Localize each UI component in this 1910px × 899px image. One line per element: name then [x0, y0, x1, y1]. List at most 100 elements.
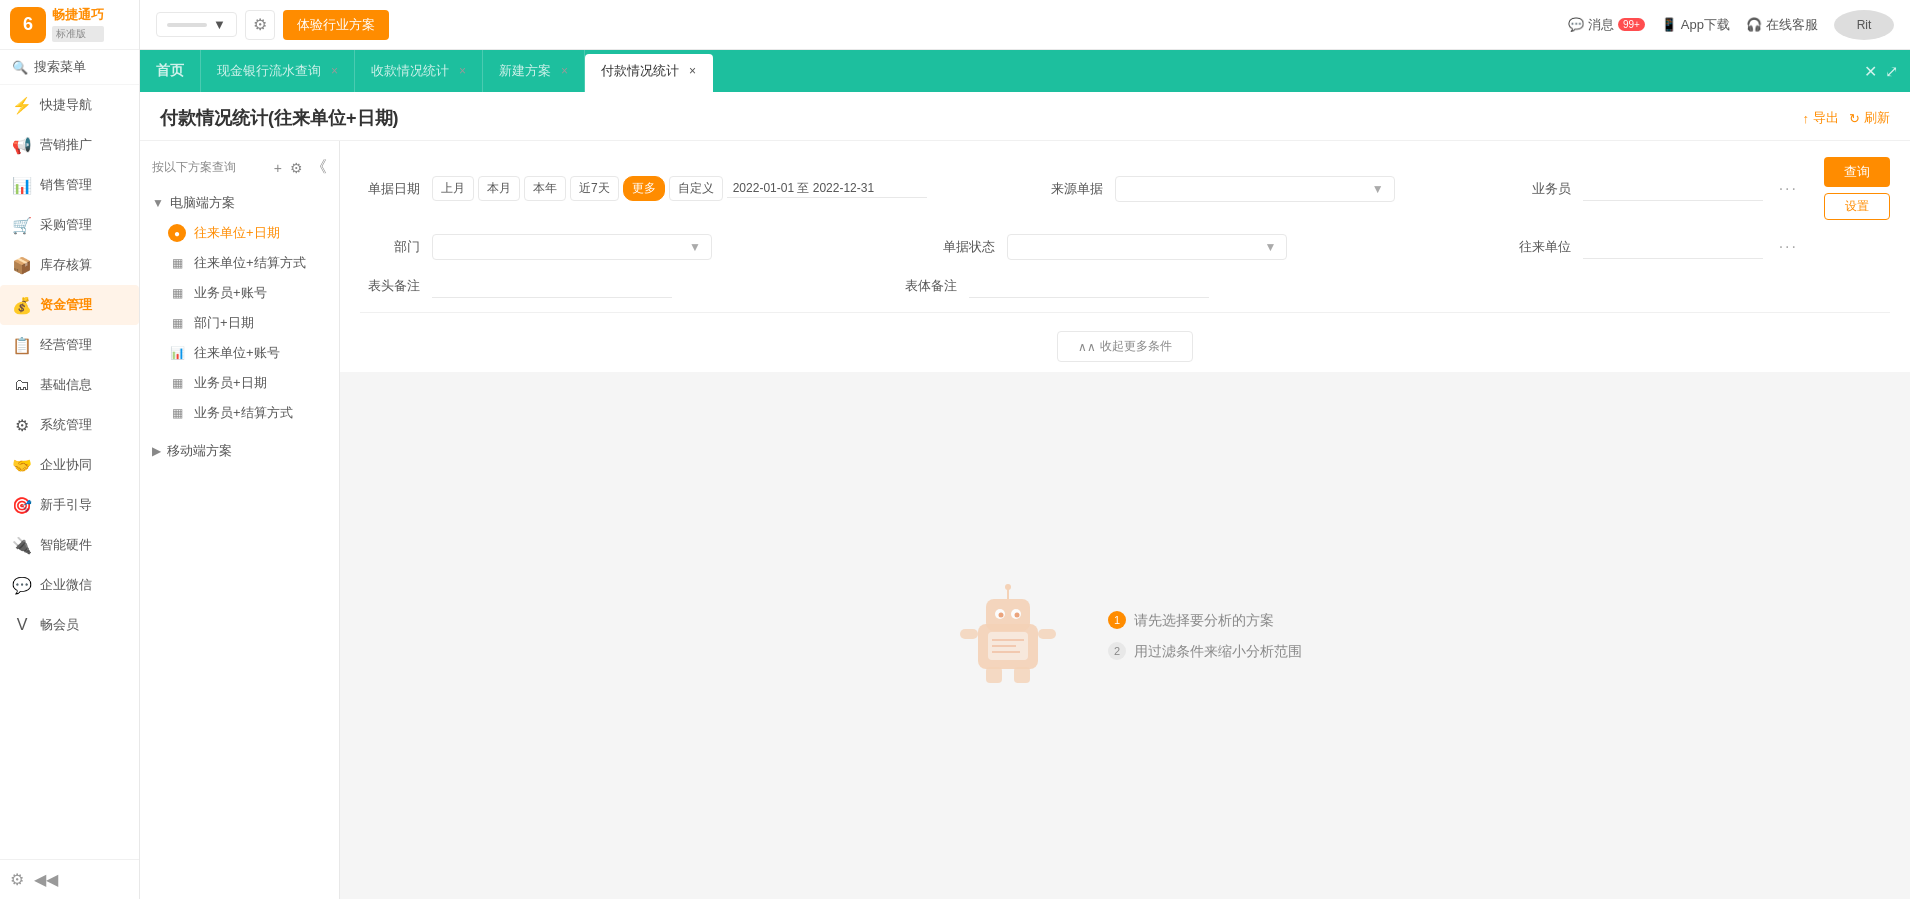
group-expand-icon: ▼: [152, 196, 164, 210]
empty-step-2-text: 用过滤条件来缩小分析范围: [1134, 636, 1302, 667]
scheme-item-1[interactable]: ▦ 往来单位+结算方式: [148, 248, 339, 278]
sidebar-item-operation[interactable]: 📋 经营管理: [0, 325, 139, 365]
sidebar-item-sales[interactable]: 📊 销售管理: [0, 165, 139, 205]
doc-status-select[interactable]: ▼: [1007, 234, 1287, 260]
tab-close-new-scheme[interactable]: ×: [561, 64, 568, 78]
date-label: 单据日期: [360, 180, 420, 198]
tab-close-bank-flow[interactable]: ×: [331, 64, 338, 78]
counterpart-dots[interactable]: ···: [1779, 238, 1798, 256]
date-btn-this-month[interactable]: 本月: [478, 176, 520, 201]
sidebar-item-cooperation[interactable]: 🤝 企业协同: [0, 445, 139, 485]
app-download-btn[interactable]: 📱 App下载: [1661, 16, 1730, 34]
header-note-input[interactable]: [432, 274, 672, 298]
scheme-item-5[interactable]: ▦ 业务员+日期: [148, 368, 339, 398]
date-btn-this-year[interactable]: 本年: [524, 176, 566, 201]
sidebar-collapse-btn[interactable]: ◀◀: [34, 870, 58, 889]
tab-bar-expand-icon[interactable]: ⤢: [1885, 62, 1898, 81]
dept-select[interactable]: ▼: [432, 234, 712, 260]
date-btn-last-month[interactable]: 上月: [432, 176, 474, 201]
scheme-icon-5: ▦: [168, 374, 186, 392]
scheme-item-6[interactable]: ▦ 业务员+结算方式: [148, 398, 339, 428]
desktop-scheme-group: ▼ 电脑端方案 ● 往来单位+日期 ▦ 往来单位+结算方式: [140, 188, 339, 428]
sidebar-item-basic[interactable]: 🗂 基础信息: [0, 365, 139, 405]
right-panel: 单据日期 上月 本月 本年 近7天 更多 自定义 来源单据: [340, 141, 1910, 899]
guide-icon: 🎯: [12, 495, 32, 515]
tab-close-payment[interactable]: ×: [689, 64, 696, 78]
scheme-panel: 按以下方案查询 + ⚙ 《 ▼ 电脑端方案: [140, 141, 340, 899]
service-icon: 🎧: [1746, 17, 1762, 32]
scheme-icon-3: ▦: [168, 314, 186, 332]
tab-payment[interactable]: 付款情况统计 ×: [585, 54, 713, 92]
tab-home[interactable]: 首页: [140, 50, 201, 92]
dept-arrow-icon: ▼: [689, 240, 701, 254]
sidebar-settings-btn[interactable]: ⚙: [10, 870, 24, 889]
hardware-icon: 🔌: [12, 535, 32, 555]
topbar-settings-btn[interactable]: ⚙: [245, 10, 275, 40]
tab-bank-flow[interactable]: 现金银行流水查询 ×: [201, 50, 355, 92]
inventory-icon: 📦: [12, 255, 32, 275]
scheme-item-4[interactable]: 📊 往来单位+账号: [148, 338, 339, 368]
sidebar-item-wechat[interactable]: 💬 企业微信: [0, 565, 139, 605]
trial-btn[interactable]: 体验行业方案: [283, 10, 389, 40]
filter-settings-link[interactable]: 设置: [1824, 193, 1890, 220]
search-menu[interactable]: 🔍 搜索菜单: [0, 50, 139, 85]
counterpart-input[interactable]: [1583, 235, 1763, 259]
date-btn-custom[interactable]: 自定义: [669, 176, 723, 201]
scheme-active-icon: ●: [168, 224, 186, 242]
online-service-btn[interactable]: 🎧 在线客服: [1746, 16, 1818, 34]
scheme-item-2[interactable]: ▦ 业务员+账号: [148, 278, 339, 308]
query-section: 查询 设置: [1810, 157, 1890, 220]
source-arrow-icon: ▼: [1372, 182, 1384, 196]
sidebar-item-system[interactable]: ⚙ 系统管理: [0, 405, 139, 445]
message-badge: 99+: [1618, 18, 1645, 31]
svg-rect-1: [986, 599, 1030, 631]
capital-icon: 💰: [12, 295, 32, 315]
sidebar-item-purchase[interactable]: 🛒 采购管理: [0, 205, 139, 245]
date-btn-7days[interactable]: 近7天: [570, 176, 619, 201]
query-btn[interactable]: 查询: [1824, 157, 1890, 187]
tab-new-scheme[interactable]: 新建方案 ×: [483, 50, 585, 92]
message-icon: 💬: [1568, 17, 1584, 32]
date-btn-more[interactable]: 更多: [623, 176, 665, 201]
message-btn[interactable]: 💬 消息 99+: [1568, 16, 1645, 34]
basic-icon: 🗂: [12, 375, 32, 395]
sidebar-item-guide[interactable]: 🎯 新手引导: [0, 485, 139, 525]
tab-close-receivable[interactable]: ×: [459, 64, 466, 78]
search-icon: 🔍: [12, 60, 28, 75]
page-header: 付款情况统计(往来单位+日期) ↑ 导出 ↻ 刷新: [140, 92, 1910, 141]
scheme-item-3[interactable]: ▦ 部门+日期: [148, 308, 339, 338]
sidebar-item-member[interactable]: V 畅会员: [0, 605, 139, 645]
quick-nav-icon: ⚡: [12, 95, 32, 115]
sidebar-footer: ⚙ ◀◀: [0, 859, 139, 899]
desktop-group-header[interactable]: ▼ 电脑端方案: [140, 188, 339, 218]
date-range-input[interactable]: [727, 179, 927, 198]
salesman-dots[interactable]: ···: [1779, 180, 1798, 198]
scheme-item-0[interactable]: ● 往来单位+日期: [148, 218, 339, 248]
scheme-settings-btn[interactable]: ⚙: [290, 160, 303, 176]
doc-status-label: 单据状态: [935, 238, 995, 256]
sidebar-item-inventory[interactable]: 📦 库存核算: [0, 245, 139, 285]
step-row-1: 1 请先选择要分析的方案: [1108, 605, 1302, 636]
sidebar-item-quick-nav[interactable]: ⚡ 快捷导航: [0, 85, 139, 125]
operation-icon: 📋: [12, 335, 32, 355]
scheme-add-btn[interactable]: +: [274, 160, 282, 176]
user-avatar[interactable]: Rit: [1834, 10, 1894, 40]
tab-receivable[interactable]: 收款情况统计 ×: [355, 50, 483, 92]
tab-bar-close-icon[interactable]: ✕: [1864, 62, 1877, 81]
content-area: 按以下方案查询 + ⚙ 《 ▼ 电脑端方案: [140, 141, 1910, 899]
collapse-btn[interactable]: ∧∧ 收起更多条件: [1057, 331, 1193, 362]
sidebar-item-capital[interactable]: 💰 资金管理: [0, 285, 139, 325]
export-btn[interactable]: ↑ 导出: [1803, 109, 1840, 127]
sidebar-item-hardware[interactable]: 🔌 智能硬件: [0, 525, 139, 565]
scheme-collapse-btn[interactable]: 《: [311, 157, 327, 178]
body-note-input[interactable]: [969, 274, 1209, 298]
mobile-group-header[interactable]: ▶ 移动端方案: [140, 436, 339, 466]
account-selector[interactable]: ▼: [156, 12, 237, 37]
sidebar-item-marketing[interactable]: 📢 营销推广: [0, 125, 139, 165]
refresh-btn[interactable]: ↻ 刷新: [1849, 109, 1890, 127]
salesman-input[interactable]: [1583, 177, 1763, 201]
standard-badge: 标准版: [52, 26, 104, 42]
filter-row-1: 单据日期 上月 本月 本年 近7天 更多 自定义 来源单据: [360, 157, 1890, 220]
source-select[interactable]: ▼: [1115, 176, 1395, 202]
counterpart-label: 往来单位: [1511, 238, 1571, 256]
